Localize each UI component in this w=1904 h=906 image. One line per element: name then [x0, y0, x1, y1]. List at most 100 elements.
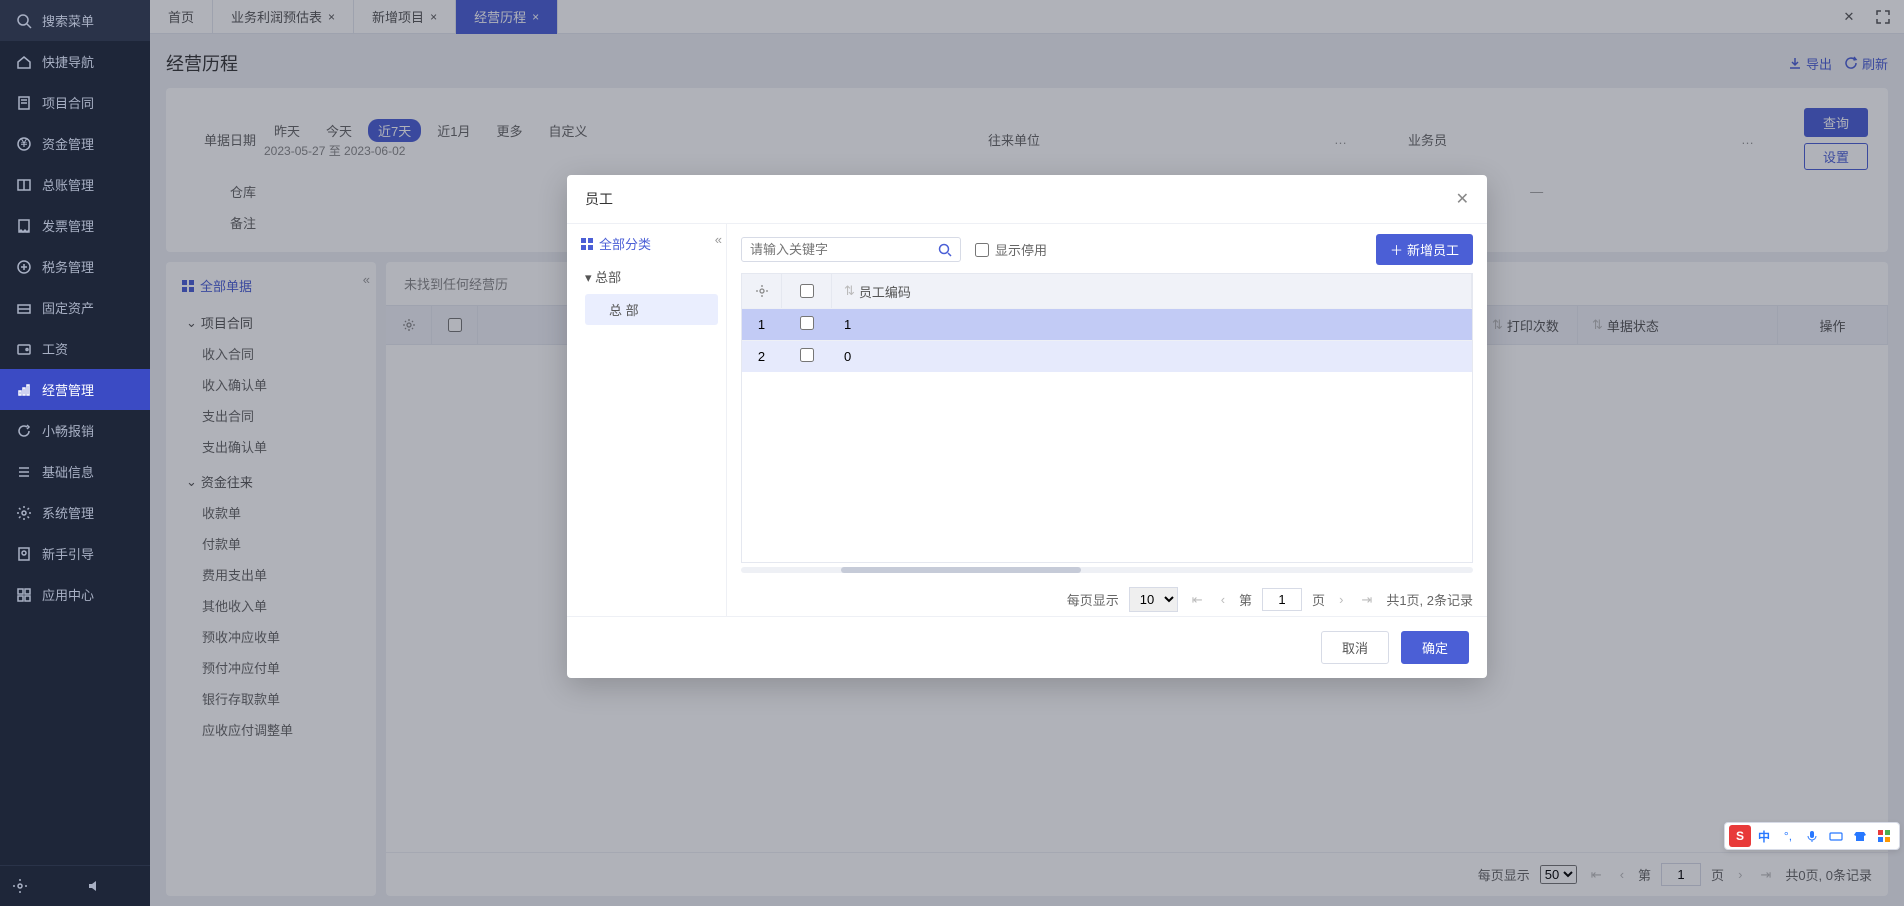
ime-lang[interactable]: 中	[1753, 825, 1775, 847]
modal-pager: 每页显示 10 ⇤ ‹ 第 页 › ⇥ 共1页, 2条记录	[741, 577, 1473, 616]
collapse-icon[interactable]: «	[715, 232, 722, 247]
tax-icon	[16, 259, 32, 275]
sidebar-bottom	[0, 865, 150, 906]
sidebar-label: 税务管理	[42, 257, 94, 276]
search-input-wrapper	[741, 237, 961, 262]
sidebar: 搜索菜单 快捷导航 项目合同 ¥ 资金管理 总账管理 发票管理 税务管理 固定资产…	[0, 0, 150, 906]
search-icon	[16, 13, 32, 29]
cancel-button[interactable]: 取消	[1321, 631, 1389, 664]
row-checkbox[interactable]	[800, 316, 814, 330]
sidebar-item-tax[interactable]: 税务管理	[0, 246, 150, 287]
sidebar-item-asset[interactable]: 固定资产	[0, 287, 150, 328]
sidebar-item-contract[interactable]: 项目合同	[0, 82, 150, 123]
sidebar-item-search[interactable]: 搜索菜单	[0, 0, 150, 41]
asset-icon	[16, 300, 32, 316]
invoice-icon	[16, 218, 32, 234]
next-page[interactable]: ›	[1335, 592, 1347, 607]
sidebar-label: 资金管理	[42, 134, 94, 153]
sidebar-label: 工资	[42, 339, 68, 358]
ime-bar: S 中 °,	[1724, 822, 1900, 850]
modal-title: 员工	[585, 189, 613, 209]
sidebar-label: 发票管理	[42, 216, 94, 235]
search-input[interactable]	[750, 242, 938, 257]
sidebar-item-expense[interactable]: 小畅报销	[0, 410, 150, 451]
sidebar-item-system[interactable]: 系统管理	[0, 492, 150, 533]
search-icon[interactable]	[938, 243, 952, 257]
show-disabled-checkbox[interactable]: 显示停用	[975, 240, 1047, 259]
sidebar-label: 基础信息	[42, 462, 94, 481]
last-page[interactable]: ⇥	[1357, 592, 1376, 608]
select-all-checkbox[interactable]	[800, 284, 814, 298]
sidebar-item-basic[interactable]: 基础信息	[0, 451, 150, 492]
svg-text:¥: ¥	[19, 136, 28, 150]
chart-icon	[16, 382, 32, 398]
col-code[interactable]: ⇅员工编码	[832, 274, 1472, 308]
guide-icon	[16, 546, 32, 562]
row-code: 1	[832, 317, 1472, 332]
wallet-icon	[16, 341, 32, 357]
sidebar-label: 新手引导	[42, 544, 94, 563]
sidebar-item-guide[interactable]: 新手引导	[0, 533, 150, 574]
gear-column[interactable]	[742, 274, 782, 308]
horizontal-scrollbar[interactable]	[741, 567, 1473, 573]
row-index: 1	[742, 317, 782, 332]
employee-table: ⇅员工编码 1 1 2 0	[741, 273, 1473, 563]
doc-icon	[16, 95, 32, 111]
sidebar-item-business[interactable]: 经营管理	[0, 369, 150, 410]
ime-punct-icon[interactable]: °,	[1777, 825, 1799, 847]
sidebar-label: 总账管理	[42, 175, 94, 194]
per-page-label: 每页显示	[1067, 590, 1119, 609]
table-row[interactable]: 2 0	[742, 340, 1472, 372]
row-index: 2	[742, 349, 782, 364]
gear-icon	[16, 505, 32, 521]
list-icon	[16, 464, 32, 480]
sidebar-item-fund[interactable]: ¥ 资金管理	[0, 123, 150, 164]
first-page[interactable]: ⇤	[1188, 592, 1207, 608]
scrollbar-thumb[interactable]	[841, 567, 1081, 573]
sidebar-item-quicknav[interactable]: 快捷导航	[0, 41, 150, 82]
sidebar-label: 搜索菜单	[42, 11, 94, 30]
sidebar-item-ledger[interactable]: 总账管理	[0, 164, 150, 205]
sidebar-item-invoice[interactable]: 发票管理	[0, 205, 150, 246]
ime-logo-icon[interactable]: S	[1729, 825, 1751, 847]
ime-keyboard-icon[interactable]	[1825, 825, 1847, 847]
refresh-icon	[16, 423, 32, 439]
modal-right: 显示停用 ＋新增员工 ⇅员工编码 1	[727, 224, 1487, 616]
row-checkbox[interactable]	[800, 348, 814, 362]
main: 首页 业务利润预估表× 新增项目× 经营历程× ✕ 经营历程 导出 刷新	[150, 0, 1904, 906]
home-icon	[16, 54, 32, 70]
page-input[interactable]	[1262, 588, 1302, 611]
modal-overlay: 员工 ✕ « 全部分类 ▾ 总部 总 部	[150, 0, 1904, 906]
sidebar-label: 项目合同	[42, 93, 94, 112]
table-row[interactable]: 1 1	[742, 308, 1472, 340]
sidebar-item-salary[interactable]: 工资	[0, 328, 150, 369]
page-summary: 共1页, 2条记录	[1386, 590, 1473, 609]
ime-skin-icon[interactable]	[1849, 825, 1871, 847]
ime-mic-icon[interactable]	[1801, 825, 1823, 847]
plus-icon: ＋	[1390, 240, 1403, 259]
tree-parent[interactable]: ▾ 总部	[577, 261, 726, 292]
money-icon: ¥	[16, 136, 32, 152]
close-icon[interactable]: ✕	[1456, 189, 1469, 209]
employee-modal: 员工 ✕ « 全部分类 ▾ 总部 总 部	[567, 175, 1487, 678]
confirm-button[interactable]: 确定	[1401, 631, 1469, 664]
sidebar-label: 系统管理	[42, 503, 94, 522]
ime-tool-icon[interactable]	[1873, 825, 1895, 847]
sidebar-label: 经营管理	[42, 380, 94, 399]
sidebar-item-apps[interactable]: 应用中心	[0, 574, 150, 615]
checkbox-column[interactable]	[782, 274, 832, 308]
row-code: 0	[832, 349, 1472, 364]
sound-button[interactable]	[75, 866, 150, 906]
modal-category-header[interactable]: 全部分类	[567, 234, 726, 261]
settings-button[interactable]	[0, 866, 75, 906]
prev-page[interactable]: ‹	[1217, 592, 1229, 607]
sidebar-label: 固定资产	[42, 298, 94, 317]
grid-icon	[16, 587, 32, 603]
add-employee-button[interactable]: ＋新增员工	[1376, 234, 1473, 265]
book-icon	[16, 177, 32, 193]
sidebar-label: 小畅报销	[42, 421, 94, 440]
sidebar-label: 快捷导航	[42, 52, 94, 71]
tree-child[interactable]: 总 部	[585, 294, 718, 325]
per-page-select[interactable]: 10	[1129, 587, 1178, 612]
modal-left: « 全部分类 ▾ 总部 总 部	[567, 224, 727, 616]
